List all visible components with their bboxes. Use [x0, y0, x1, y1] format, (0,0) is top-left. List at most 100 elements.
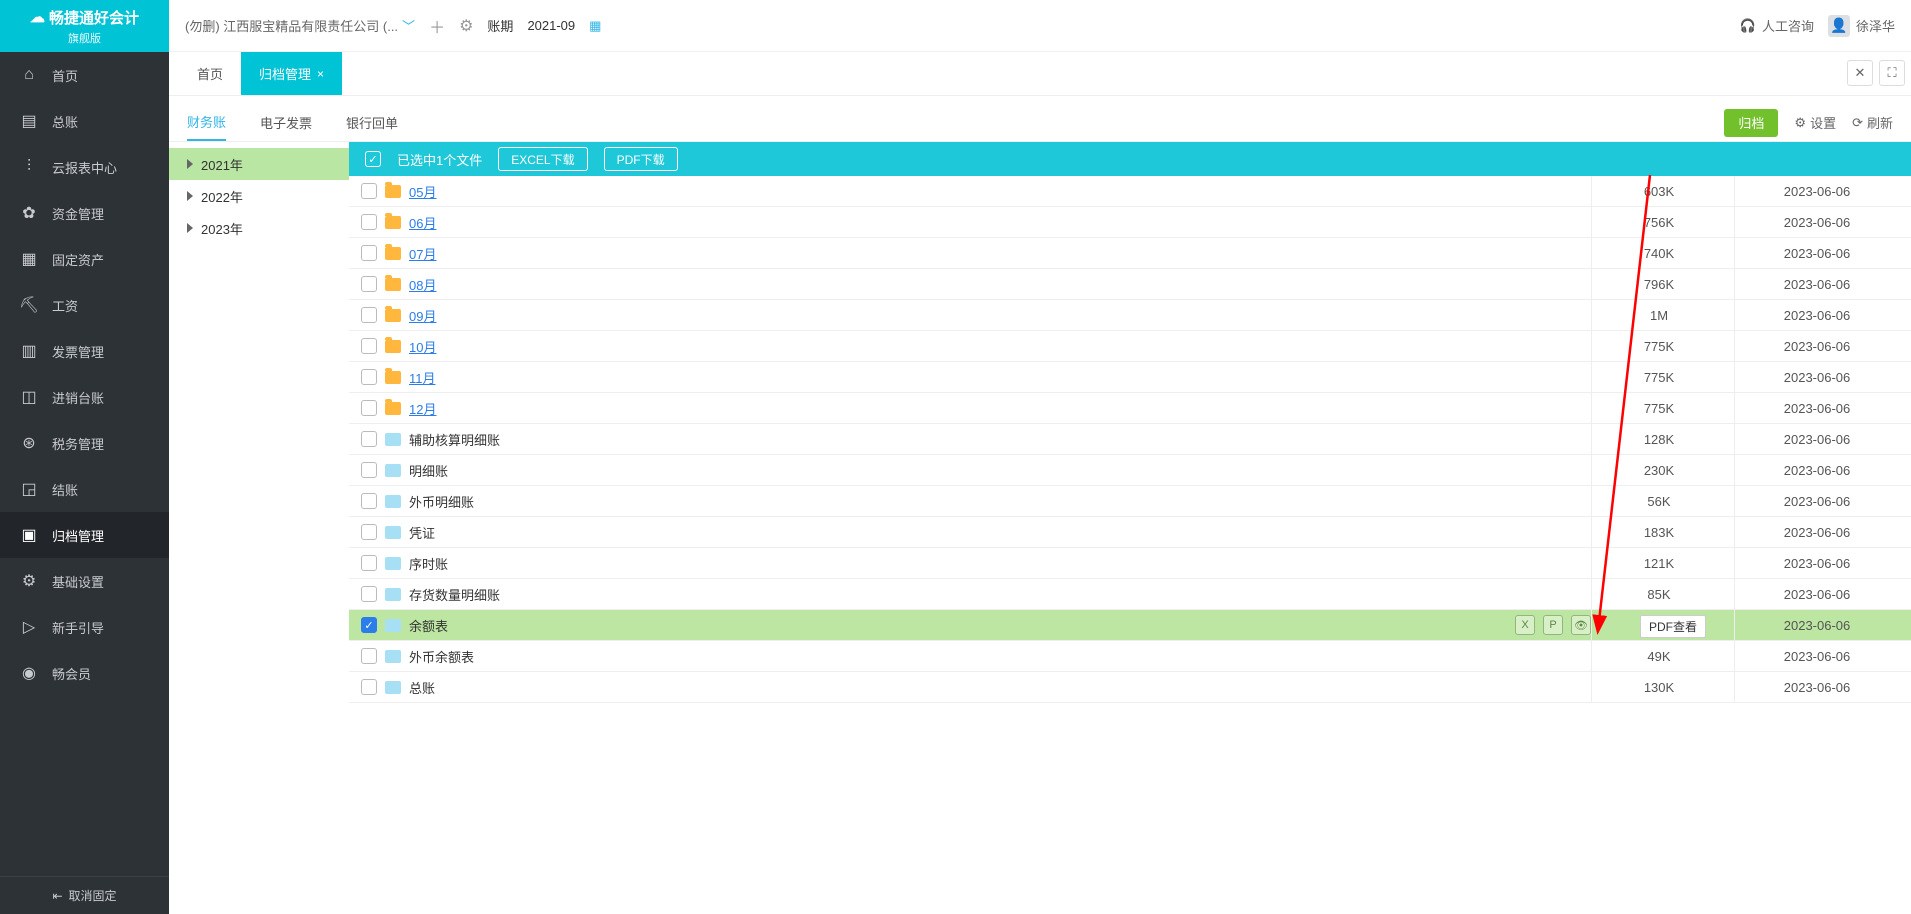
support-link[interactable]: 🎧人工咨询	[1740, 16, 1814, 35]
sidebar-item-guide[interactable]: ▷新手引导	[0, 604, 169, 650]
file-name[interactable]: 12月	[409, 399, 1583, 418]
file-row[interactable]: 10月775K2023-06-06	[349, 331, 1911, 362]
tree-year[interactable]: 2023年	[169, 212, 349, 244]
chevron-down-icon: ﹀	[402, 16, 415, 35]
file-name[interactable]: 08月	[409, 275, 1583, 294]
row-checkbox[interactable]	[361, 276, 377, 292]
cloud-icon: ☁	[30, 8, 45, 26]
sidebar-item-assets[interactable]: ▦固定资产	[0, 236, 169, 282]
settings-link[interactable]: ⚙设置	[1794, 113, 1836, 132]
row-checkbox[interactable]: ✓	[361, 617, 377, 633]
sidebar-item-funds[interactable]: ✿资金管理	[0, 190, 169, 236]
row-checkbox[interactable]	[361, 183, 377, 199]
sidebar-item-tax[interactable]: ⊛税务管理	[0, 420, 169, 466]
excel-icon[interactable]: X	[1515, 615, 1535, 635]
file-row[interactable]: 存货数量明细账85K2023-06-06	[349, 579, 1911, 610]
row-checkbox[interactable]	[361, 462, 377, 478]
file-name[interactable]: 11月	[409, 368, 1583, 387]
calendar-icon[interactable]: ▦	[589, 18, 601, 34]
sidebar-item-salary[interactable]: ⛏工资	[0, 282, 169, 328]
tree-year[interactable]: 2021年	[169, 148, 349, 180]
file-row[interactable]: 08月796K2023-06-06	[349, 269, 1911, 300]
subtab-einv[interactable]: 电子发票	[260, 104, 312, 141]
row-checkbox[interactable]	[361, 555, 377, 571]
file-icon	[385, 557, 401, 570]
file-row[interactable]: 06月756K2023-06-06	[349, 207, 1911, 238]
file-row[interactable]: 序时账121K2023-06-06	[349, 548, 1911, 579]
sidebar-item-settings[interactable]: ⚙基础设置	[0, 558, 169, 604]
file-row[interactable]: 总账130K2023-06-06	[349, 672, 1911, 703]
inout-icon: ◫	[20, 388, 38, 406]
file-row[interactable]: 凭证183K2023-06-06	[349, 517, 1911, 548]
sub-tabs: 财务账电子发票银行回单 归档 ⚙设置 ⟳刷新	[169, 104, 1911, 142]
fullscreen-button[interactable]: ⛶	[1879, 60, 1905, 86]
file-name[interactable]: 06月	[409, 213, 1583, 232]
file-size: 128K	[1591, 424, 1726, 454]
tab-archive[interactable]: 归档管理×	[241, 52, 342, 95]
row-checkbox[interactable]	[361, 586, 377, 602]
excel-download-button[interactable]: EXCEL下载	[498, 147, 587, 171]
file-name[interactable]: 05月	[409, 182, 1583, 201]
file-name[interactable]: 07月	[409, 244, 1583, 263]
file-name: 总账	[409, 678, 1583, 697]
file-name: 辅助核算明细账	[409, 430, 1583, 449]
tab-home[interactable]: 首页	[179, 52, 241, 95]
subtab-fin[interactable]: 财务账	[187, 104, 226, 141]
sidebar-item-home[interactable]: ⌂首页	[0, 52, 169, 98]
gear-icon[interactable]: ⚙	[459, 16, 473, 36]
row-checkbox[interactable]	[361, 648, 377, 664]
sidebar-item-ledger[interactable]: ▤总账	[0, 98, 169, 144]
sidebar-item-close[interactable]: ◲结账	[0, 466, 169, 512]
file-row[interactable]: 外币明细账56K2023-06-06	[349, 486, 1911, 517]
view-icon[interactable]: 👁	[1571, 615, 1591, 635]
file-icon	[385, 619, 401, 632]
file-row[interactable]: 07月740K2023-06-06	[349, 238, 1911, 269]
row-checkbox[interactable]	[361, 338, 377, 354]
add-icon[interactable]: ＋	[429, 14, 445, 38]
sidebar-item-vip[interactable]: ◉畅会员	[0, 650, 169, 696]
file-row[interactable]: 09月1M2023-06-06	[349, 300, 1911, 331]
sidebar-item-inout[interactable]: ◫进销台账	[0, 374, 169, 420]
sidebar-item-invoice[interactable]: ▥发票管理	[0, 328, 169, 374]
file-row[interactable]: 12月775K2023-06-06	[349, 393, 1911, 424]
close-tab-button[interactable]: ✕	[1847, 60, 1873, 86]
file-row[interactable]: ✓余额表XP👁PDF查看3K2023-06-06	[349, 610, 1911, 641]
file-row[interactable]: 05月603K2023-06-06	[349, 176, 1911, 207]
row-checkbox[interactable]	[361, 431, 377, 447]
file-rows: 05月603K2023-06-0606月756K2023-06-0607月740…	[349, 176, 1911, 914]
subtab-bank[interactable]: 银行回单	[346, 104, 398, 141]
row-checkbox[interactable]	[361, 679, 377, 695]
row-checkbox[interactable]	[361, 214, 377, 230]
check-icon[interactable]: ✓	[365, 151, 381, 167]
file-row[interactable]: 11月775K2023-06-06	[349, 362, 1911, 393]
row-checkbox[interactable]	[361, 245, 377, 261]
file-name[interactable]: 09月	[409, 306, 1583, 325]
unpin-button[interactable]: ⇤取消固定	[0, 876, 169, 914]
row-checkbox[interactable]	[361, 369, 377, 385]
close-icon[interactable]: ×	[317, 67, 324, 81]
refresh-link[interactable]: ⟳刷新	[1852, 113, 1893, 132]
sidebar-item-report[interactable]: ⫶云报表中心	[0, 144, 169, 190]
file-row[interactable]: 辅助核算明细账128K2023-06-06	[349, 424, 1911, 455]
archive-button[interactable]: 归档	[1724, 109, 1778, 137]
row-checkbox[interactable]	[361, 400, 377, 416]
file-row[interactable]: 外币余额表49K2023-06-06	[349, 641, 1911, 672]
sidebar-item-archive[interactable]: ▣归档管理	[0, 512, 169, 558]
pdf-icon[interactable]: P	[1543, 615, 1563, 635]
file-name[interactable]: 10月	[409, 337, 1583, 356]
period-value[interactable]: 2021-09	[527, 18, 575, 33]
avatar-icon: 👤	[1828, 15, 1850, 37]
user-menu[interactable]: 👤徐泽华	[1828, 15, 1895, 37]
file-date: 2023-06-06	[1734, 269, 1899, 299]
row-checkbox[interactable]	[361, 524, 377, 540]
caret-right-icon	[187, 191, 193, 201]
row-checkbox[interactable]	[361, 307, 377, 323]
pdf-download-button[interactable]: PDF下载	[604, 147, 678, 171]
selection-bar: ✓ 已选中1个文件 EXCEL下载 PDF下载	[349, 142, 1911, 176]
sidebar-item-label: 税务管理	[52, 434, 104, 453]
file-row[interactable]: 明细账230K2023-06-06	[349, 455, 1911, 486]
file-size: 183K	[1591, 517, 1726, 547]
row-checkbox[interactable]	[361, 493, 377, 509]
company-selector[interactable]: (勿删) 江西服宝精品有限责任公司 (... ﹀	[185, 16, 415, 35]
tree-year[interactable]: 2022年	[169, 180, 349, 212]
